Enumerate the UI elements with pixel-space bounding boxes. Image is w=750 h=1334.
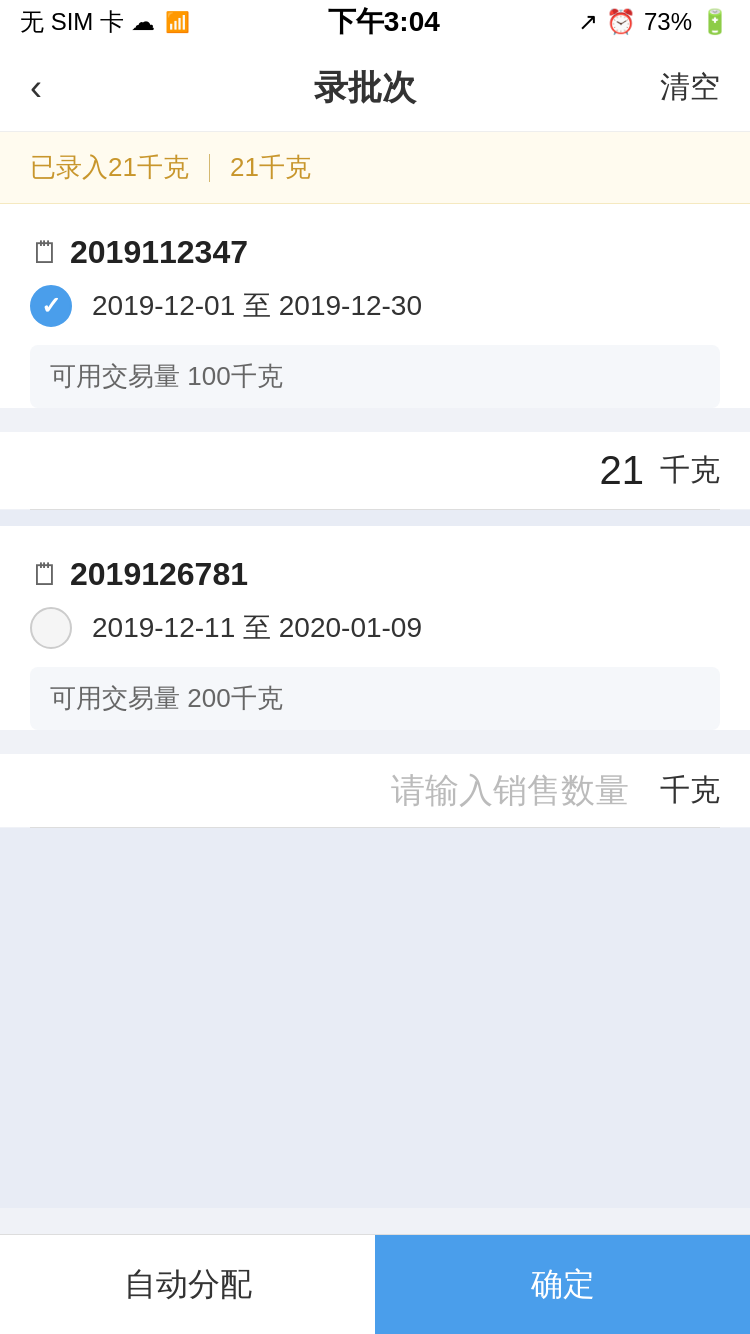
clear-button[interactable]: 清空 [640,67,720,108]
qty-value-1: 21 [600,448,645,493]
available-qty-1: 可用交易量 100千克 [30,345,720,408]
status-time: 下午3:04 [328,3,440,41]
batch-header-2: 🗒 2019126781 [30,556,720,593]
radio-1[interactable] [30,285,72,327]
recorded-label: 已录入21千克 [30,150,189,185]
batch-date-1: 2019-12-01 至 2019-12-30 [92,287,422,325]
status-bar: 无 SIM 卡 ☁ 📶 下午3:04 ↗ ⏰ 73% 🔋 [0,0,750,44]
batch-date-row-2: 2019-12-11 至 2020-01-09 [30,607,720,649]
qty-row-1: 21 千克 [0,432,750,509]
batch-card-2: 🗒 2019126781 2019-12-11 至 2020-01-09 可用交… [0,526,750,730]
bottom-bar: 自动分配 确定 [0,1234,750,1334]
empty-area [0,828,750,1208]
input-unit-2: 千克 [660,770,720,811]
info-bar: 已录入21千克 21千克 [0,132,750,204]
qty-unit-1: 千克 [660,450,720,491]
confirm-button[interactable]: 确定 [375,1235,750,1334]
batch-date-row-1: 2019-12-01 至 2019-12-30 [30,285,720,327]
location-icon: ↗ [578,8,598,36]
batch-icon-2: 🗒 [30,558,60,592]
input-row-2: 千克 [0,754,750,827]
back-button[interactable]: ‹ [30,67,90,109]
section-divider [0,510,750,526]
auto-distribute-button[interactable]: 自动分配 [0,1235,375,1334]
wifi-icon: 📶 [165,10,190,34]
qty-input-2[interactable] [324,771,644,810]
total-label: 21千克 [230,150,311,185]
battery-text: 73% [644,8,692,36]
batch-id-2: 2019126781 [70,556,248,593]
alarm-icon: ⏰ [606,8,636,36]
batch-icon-1: 🗒 [30,236,60,270]
info-divider [209,154,210,182]
available-qty-2: 可用交易量 200千克 [30,667,720,730]
radio-2[interactable] [30,607,72,649]
batch-date-2: 2019-12-11 至 2020-01-09 [92,609,422,647]
batch-id-1: 2019112347 [70,234,248,271]
batch-header-1: 🗒 2019112347 [30,234,720,271]
no-sim-text: 无 SIM 卡 ☁ [20,6,155,38]
nav-bar: ‹ 录批次 清空 [0,44,750,132]
battery-icon: 🔋 [700,8,730,36]
status-right: ↗ ⏰ 73% 🔋 [578,8,730,36]
page-title: 录批次 [314,65,416,111]
status-left: 无 SIM 卡 ☁ 📶 [20,6,190,38]
batch-card-1: 🗒 2019112347 2019-12-01 至 2019-12-30 可用交… [0,204,750,408]
